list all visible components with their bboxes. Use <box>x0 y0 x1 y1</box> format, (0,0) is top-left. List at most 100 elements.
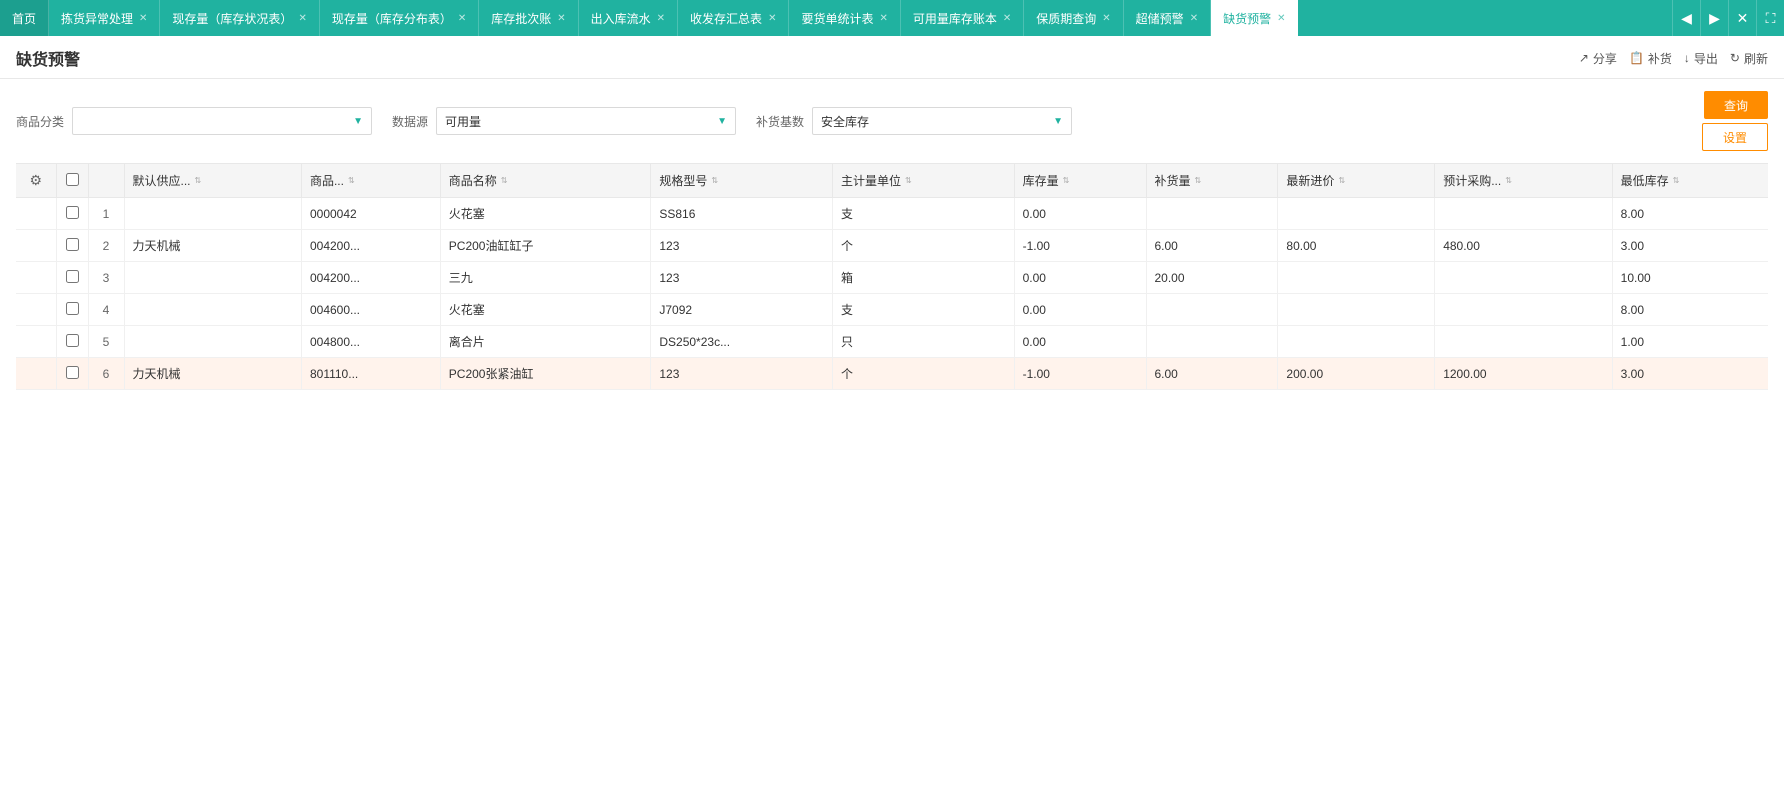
row-check-0[interactable] <box>66 206 79 219</box>
row-gear-5 <box>16 358 56 390</box>
datasource-select[interactable]: 可用量 ▼ <box>436 107 736 135</box>
sort-icon-est-purchase: ⇅ <box>1505 176 1512 185</box>
row-stock-1: -1.00 <box>1014 230 1146 262</box>
replenish-basis-select[interactable]: 安全库存 ▼ <box>812 107 1072 135</box>
share-action[interactable]: ↗ 分享 <box>1579 50 1617 67</box>
tab-home[interactable]: 首页 <box>0 0 49 36</box>
category-select[interactable]: ▼ <box>72 107 372 135</box>
row-est-purchase-3 <box>1435 294 1612 326</box>
row-replenish-qty-0 <box>1146 198 1278 230</box>
row-spec-2: 123 <box>651 262 833 294</box>
th-unit[interactable]: 主计量单位 ⇅ <box>832 164 1014 198</box>
row-stock-0: 0.00 <box>1014 198 1146 230</box>
row-num-0: 1 <box>88 198 124 230</box>
row-min-stock-0: 8.00 <box>1612 198 1768 230</box>
replenish-icon: 📋 <box>1629 51 1644 65</box>
tab-inout-flow[interactable]: 出入库流水 ✕ <box>579 0 678 36</box>
row-latest-price-5: 200.00 <box>1278 358 1435 390</box>
close-tab-overstock[interactable]: ✕ <box>1190 13 1198 24</box>
datasource-label: 数据源 <box>392 113 428 130</box>
th-estimated-purchase[interactable]: 预计采购... ⇅ <box>1435 164 1612 198</box>
close-tab-inv-dist[interactable]: ✕ <box>458 13 466 24</box>
row-check-4[interactable] <box>66 334 79 347</box>
share-icon: ↗ <box>1579 51 1589 65</box>
close-tab-shortage[interactable]: ✕ <box>1277 13 1285 24</box>
th-stock[interactable]: 库存量 ⇅ <box>1014 164 1146 198</box>
sort-icon-latest-price: ⇅ <box>1338 176 1345 185</box>
gear-icon[interactable]: ⚙ <box>29 172 42 188</box>
row-check-3[interactable] <box>66 302 79 315</box>
tab-collect-summary[interactable]: 收发存汇总表 ✕ <box>678 0 789 36</box>
row-gear-1 <box>16 230 56 262</box>
th-default-supplier[interactable]: 默认供应... ⇅ <box>124 164 301 198</box>
row-unit-3: 支 <box>832 294 1014 326</box>
replenish-action[interactable]: 📋 补货 <box>1629 50 1672 67</box>
row-est-purchase-1: 480.00 <box>1435 230 1612 262</box>
close-tab-batch[interactable]: ✕ <box>557 13 565 24</box>
row-gear-3 <box>16 294 56 326</box>
tab-demand-stats[interactable]: 要货单统计表 ✕ <box>789 0 900 36</box>
row-checkbox-1[interactable] <box>56 230 88 262</box>
close-tab-collect[interactable]: ✕ <box>768 13 776 24</box>
close-tab-shelf[interactable]: ✕ <box>1102 13 1110 24</box>
row-checkbox-2[interactable] <box>56 262 88 294</box>
tab-shelf-life[interactable]: 保质期查询 ✕ <box>1024 0 1123 36</box>
row-checkbox-0[interactable] <box>56 198 88 230</box>
th-latest-price[interactable]: 最新进价 ⇅ <box>1278 164 1435 198</box>
settings-button[interactable]: 设置 <box>1702 123 1768 151</box>
tab-shortage[interactable]: 缺货预警 ✕ <box>1211 0 1298 36</box>
th-num <box>88 164 124 198</box>
export-action[interactable]: ↓ 导出 <box>1684 50 1718 67</box>
row-latest-price-2 <box>1278 262 1435 294</box>
row-replenish-qty-2: 20.00 <box>1146 262 1278 294</box>
close-tab-available[interactable]: ✕ <box>1003 13 1011 24</box>
row-checkbox-3[interactable] <box>56 294 88 326</box>
row-product-name-0: 火花塞 <box>440 198 651 230</box>
table-header-row: ⚙ 默认供应... ⇅ 商品... <box>16 164 1768 198</box>
row-product-code-3: 004600... <box>301 294 440 326</box>
th-product-code[interactable]: 商品... ⇅ <box>301 164 440 198</box>
row-product-code-0: 0000042 <box>301 198 440 230</box>
close-tab-inout[interactable]: ✕ <box>657 13 665 24</box>
row-check-5[interactable] <box>66 366 79 379</box>
replenish-basis-label: 补货基数 <box>756 113 804 130</box>
tab-inventory-dist[interactable]: 现存量（库存分布表） ✕ <box>320 0 479 36</box>
th-product-name[interactable]: 商品名称 ⇅ <box>440 164 651 198</box>
replenish-basis-arrow-icon: ▼ <box>1053 116 1063 127</box>
tab-close-current[interactable]: ✕ <box>1728 0 1756 36</box>
query-button[interactable]: 查询 <box>1704 91 1768 119</box>
row-product-name-3: 火花塞 <box>440 294 651 326</box>
row-checkbox-4[interactable] <box>56 326 88 358</box>
close-tab-demand[interactable]: ✕ <box>879 13 887 24</box>
tab-scroll-left[interactable]: ◀ <box>1672 0 1700 36</box>
tab-defect-abnormal[interactable]: 拣货异常处理 ✕ <box>49 0 160 36</box>
row-check-1[interactable] <box>66 238 79 251</box>
tab-fullscreen[interactable]: ⛶ <box>1756 0 1784 36</box>
th-min-stock[interactable]: 最低库存 ⇅ <box>1612 164 1768 198</box>
export-icon: ↓ <box>1684 51 1690 65</box>
th-replenish-qty[interactable]: 补货量 ⇅ <box>1146 164 1278 198</box>
row-num-1: 2 <box>88 230 124 262</box>
th-spec[interactable]: 规格型号 ⇅ <box>651 164 833 198</box>
row-checkbox-5[interactable] <box>56 358 88 390</box>
row-gear-0 <box>16 198 56 230</box>
close-tab-inv-status[interactable]: ✕ <box>298 13 306 24</box>
close-tab-defect[interactable]: ✕ <box>139 13 147 24</box>
tab-inventory-status[interactable]: 现存量（库存状况表） ✕ <box>160 0 319 36</box>
refresh-action[interactable]: ↻ 刷新 <box>1730 50 1768 67</box>
row-product-name-2: 三九 <box>440 262 651 294</box>
select-all-checkbox[interactable] <box>66 173 79 186</box>
row-check-2[interactable] <box>66 270 79 283</box>
row-gear-4 <box>16 326 56 358</box>
row-est-purchase-0 <box>1435 198 1612 230</box>
tab-overstock[interactable]: 超储预警 ✕ <box>1124 0 1211 36</box>
tab-scroll-right[interactable]: ▶ <box>1700 0 1728 36</box>
row-replenish-qty-3 <box>1146 294 1278 326</box>
row-num-3: 4 <box>88 294 124 326</box>
sort-icon-stock: ⇅ <box>1063 176 1070 185</box>
tab-batch-account[interactable]: 库存批次账 ✕ <box>479 0 578 36</box>
row-stock-4: 0.00 <box>1014 326 1146 358</box>
row-num-4: 5 <box>88 326 124 358</box>
tab-available-ledger[interactable]: 可用量库存账本 ✕ <box>901 0 1024 36</box>
tab-nav-buttons: ◀ ▶ ✕ ⛶ <box>1672 0 1784 36</box>
